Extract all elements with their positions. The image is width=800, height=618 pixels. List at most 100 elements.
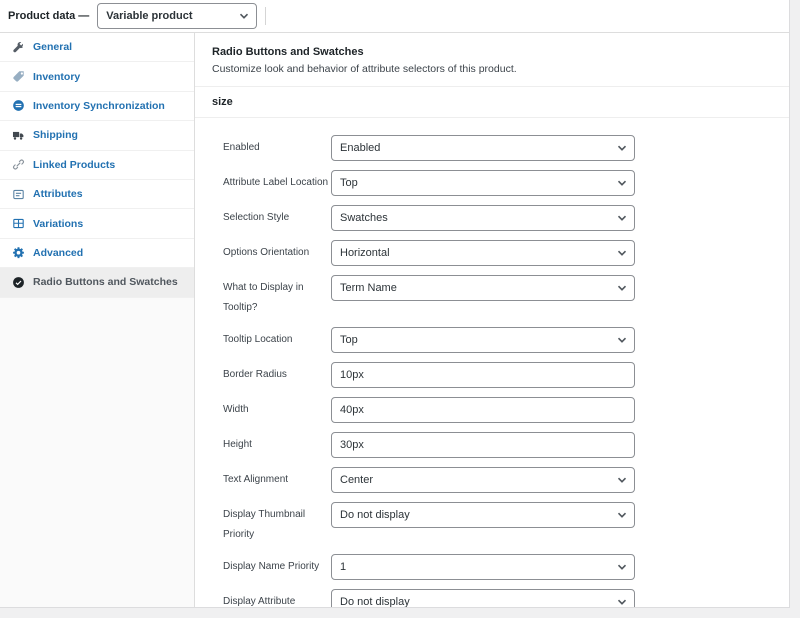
attribute-section-title: size [212, 96, 233, 108]
sidebar-item-label: Attributes [33, 188, 83, 201]
tag-icon [12, 70, 25, 83]
select-value: Top [340, 177, 358, 189]
grid-icon [12, 217, 25, 230]
select-value: Swatches [340, 212, 388, 224]
sidebar-item-label: Inventory [33, 70, 81, 83]
sidebar-item-shipping[interactable]: Shipping [0, 121, 194, 151]
field-label: Enabled [223, 142, 260, 153]
chevron-down-icon [616, 282, 628, 294]
display-thumbnail-priority-select[interactable]: Do not display [331, 502, 635, 528]
chevron-down-icon [616, 212, 628, 224]
divider [265, 7, 267, 25]
field-label: Display Thumbnail Priority [223, 509, 306, 540]
field-row-selection-style: Selection Style Swatches [223, 205, 635, 231]
check-circle-icon [12, 276, 25, 289]
height-input[interactable] [331, 432, 635, 458]
field-row-tooltip-display: What to Display in Tooltip? Term Name [223, 275, 635, 318]
select-value: Do not display [340, 596, 410, 607]
field-label: Options Orientation [223, 247, 310, 258]
chevron-down-icon [616, 247, 628, 259]
panel-description: Customize look and behavior of attribute… [212, 63, 517, 75]
gear-icon [12, 246, 25, 259]
chevron-down-icon [616, 142, 628, 154]
radio-buttons-swatches-panel: Radio Buttons and Swatches Customize loo… [195, 33, 789, 607]
text-alignment-select[interactable]: Center [331, 467, 635, 493]
settings-form: Enabled Enabled Attribute Label Location… [195, 118, 789, 607]
product-type-select[interactable]: Variable product [97, 3, 258, 29]
chevron-down-icon [616, 177, 628, 189]
sidebar-item-attributes[interactable]: Attributes [0, 179, 194, 210]
select-value: Center [340, 474, 374, 486]
field-row-border-radius: Border Radius [223, 362, 635, 388]
field-label: Height [223, 439, 252, 450]
field-row-text-alignment: Text Alignment Center [223, 467, 635, 493]
chevron-down-icon [616, 474, 628, 486]
sidebar-item-variations[interactable]: Variations [0, 209, 194, 239]
chevron-down-icon [616, 509, 628, 521]
select-value: Horizontal [340, 247, 390, 259]
field-label: Tooltip Location [223, 334, 293, 345]
truck-icon [12, 129, 25, 142]
sidebar-item-label: Advanced [33, 246, 84, 259]
field-row-display-name-priority: Display Name Priority 1 [223, 554, 635, 580]
sidebar-item-label: General [33, 41, 73, 54]
field-row-attribute-label-location: Attribute Label Location Top [223, 170, 635, 196]
field-row-tooltip-location: Tooltip Location Top [223, 327, 635, 353]
chevron-down-icon [616, 596, 628, 607]
panel-title: Radio Buttons and Swatches [212, 46, 364, 58]
sidebar-item-linked-products[interactable]: Linked Products [0, 150, 194, 180]
product-data-label: Product data — [8, 10, 90, 22]
sidebar-item-label: Inventory Synchronization [33, 99, 165, 112]
sidebar-item-label: Shipping [33, 129, 78, 142]
sidebar-item-general[interactable]: General [0, 33, 194, 63]
field-label: Width [223, 404, 249, 415]
sidebar-item-label: Linked Products [33, 158, 116, 171]
field-label: Display Name Priority [223, 561, 320, 572]
field-row-display-attribute-description: Display Attribute Description Do not dis… [223, 589, 635, 607]
select-value: 1 [340, 561, 347, 573]
options-orientation-select[interactable]: Horizontal [331, 240, 635, 266]
link-icon [12, 158, 25, 171]
field-label: Attribute Label Location [223, 177, 329, 188]
field-label: Text Alignment [223, 474, 289, 485]
field-row-display-thumbnail-priority: Display Thumbnail Priority Do not displa… [223, 502, 635, 545]
chevron-down-icon [616, 334, 628, 346]
wrench-icon [12, 41, 25, 54]
panel: Product data — Variable product General [0, 0, 790, 608]
field-label: Selection Style [223, 212, 290, 223]
border-radius-input[interactable] [331, 362, 635, 388]
chevron-down-icon [238, 10, 250, 22]
selection-style-select[interactable]: Swatches [331, 205, 635, 231]
select-value: Top [340, 334, 358, 346]
display-attribute-description-select[interactable]: Do not display [331, 589, 635, 607]
select-value: Term Name [340, 282, 397, 294]
field-row-options-orientation: Options Orientation Horizontal [223, 240, 635, 266]
field-label: Border Radius [223, 369, 287, 380]
sidebar-item-inventory-synchronization[interactable]: Inventory Synchronization [0, 91, 194, 122]
field-row-height: Height [223, 432, 635, 458]
sidebar-item-radio-buttons-and-swatches[interactable]: Radio Buttons and Swatches [0, 268, 194, 298]
field-row-width: Width [223, 397, 635, 423]
field-label: Display Attribute Description [223, 596, 296, 607]
sidebar-item-advanced[interactable]: Advanced [0, 238, 194, 269]
sync-icon [12, 99, 25, 112]
tooltip-location-select[interactable]: Top [331, 327, 635, 353]
sidebar-item-label: Variations [33, 217, 84, 230]
select-value: Do not display [340, 509, 410, 521]
tooltip-display-select[interactable]: Term Name [331, 275, 635, 301]
select-value: Enabled [340, 142, 381, 154]
product-data-metabox: Product data — Variable product General [0, 0, 800, 618]
product-type-value: Variable product [106, 10, 193, 22]
display-name-priority-select[interactable]: 1 [331, 554, 635, 580]
width-input[interactable] [331, 397, 635, 423]
enabled-select[interactable]: Enabled [331, 135, 635, 161]
attribute-label-location-select[interactable]: Top [331, 170, 635, 196]
product-data-tabs: General Inventory Inventory Synchronizat… [0, 33, 195, 607]
field-label: What to Display in Tooltip? [223, 282, 304, 313]
product-data-header: Product data — Variable product [0, 0, 789, 33]
sidebar-item-label: Radio Buttons and Swatches [33, 276, 178, 289]
chevron-down-icon [616, 561, 628, 573]
field-row-enabled: Enabled Enabled [223, 135, 635, 161]
list-box-icon [12, 188, 25, 201]
sidebar-item-inventory[interactable]: Inventory [0, 62, 194, 92]
